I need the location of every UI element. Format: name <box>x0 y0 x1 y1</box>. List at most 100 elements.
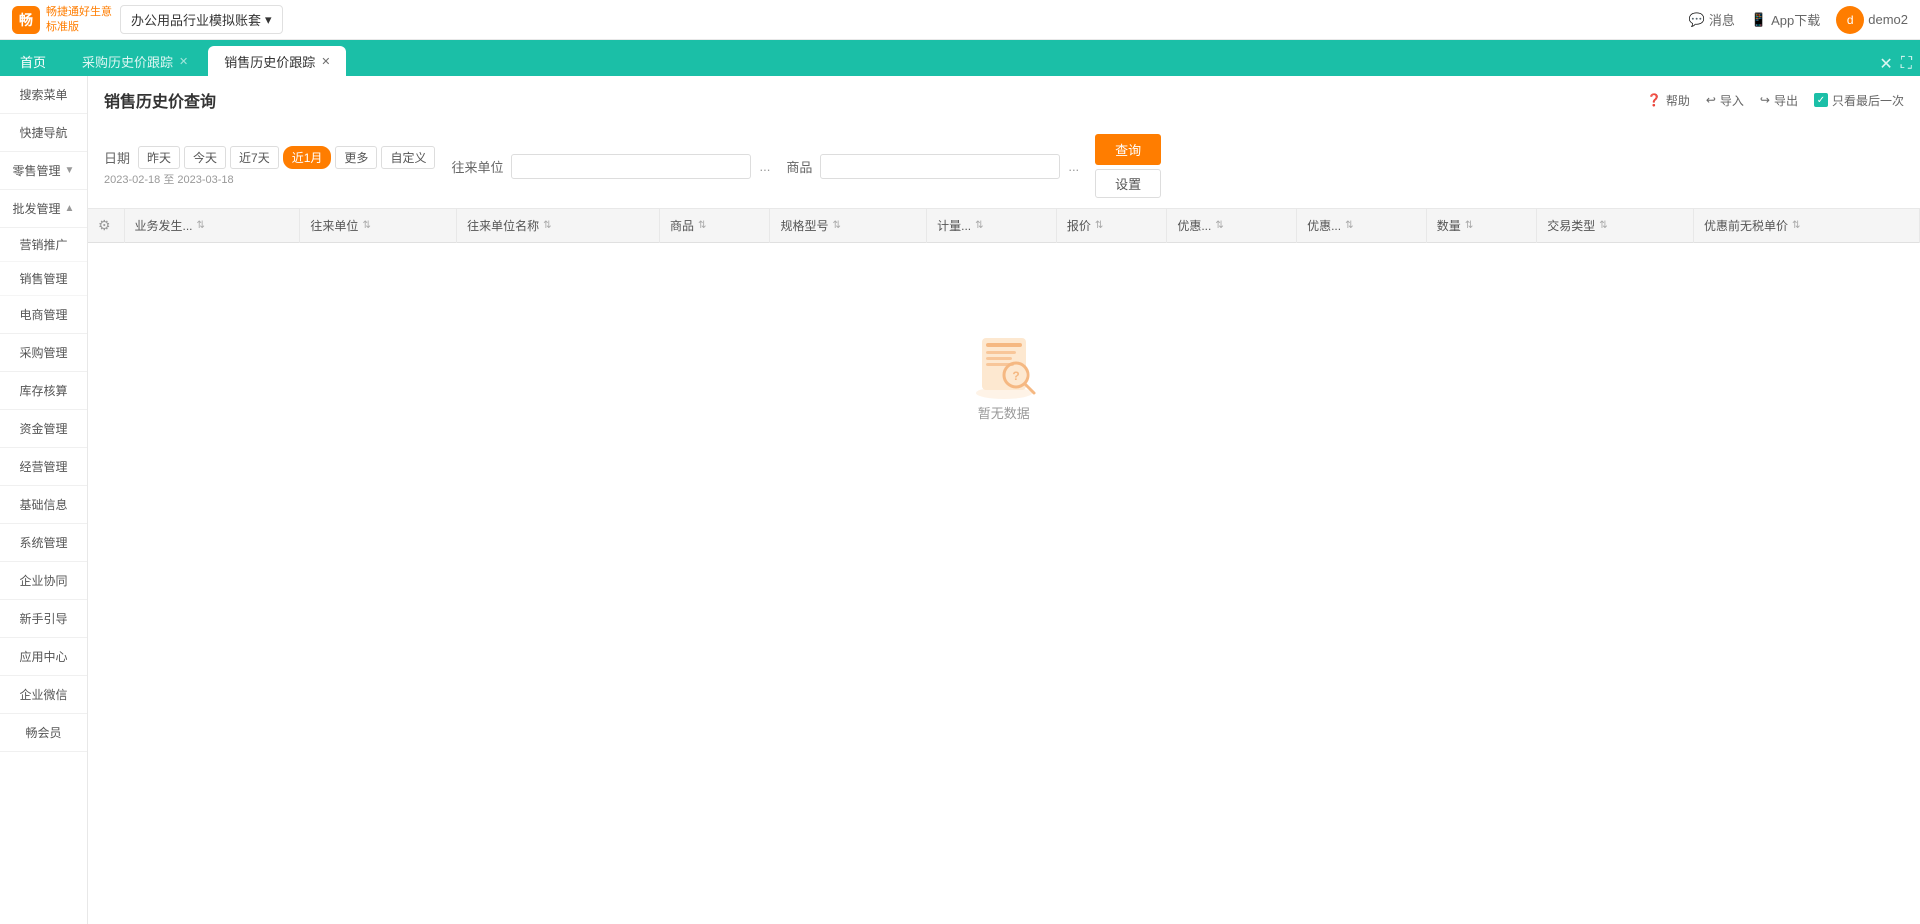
tab-purchase-label: 采购历史价跟踪 <box>82 52 173 71</box>
sidebar-item-inventory[interactable]: 库存核算 <box>0 372 87 410</box>
sidebar-item-system[interactable]: 系统管理 <box>0 524 87 562</box>
data-table: ⚙ 业务发生... ⇅ 往来单位 ⇅ <box>88 209 1920 502</box>
only-last-checkbox[interactable]: ✓ <box>1814 93 1828 107</box>
date-label: 日期 <box>104 148 130 167</box>
product-filter-group: 商品 ... <box>786 154 1079 179</box>
export-action[interactable]: ↪ 导出 <box>1760 92 1798 109</box>
sidebar-item-finance[interactable]: 资金管理 <box>0 410 87 448</box>
sort-icon: ⇅ <box>362 220 370 231</box>
maximize-icon[interactable]: ⛶ <box>1901 55 1912 73</box>
content-area: 销售历史价查询 ❓ 帮助 ↩ 导入 ↪ 导出 ✓ <box>88 76 1920 924</box>
tab-purchase-history[interactable]: 采购历史价跟踪 ✕ <box>66 46 204 76</box>
close-icon[interactable]: ✕ <box>321 55 330 68</box>
partner-dots[interactable]: ... <box>759 159 770 174</box>
th-biz-date[interactable]: 业务发生... ⇅ <box>124 209 300 243</box>
th-spec[interactable]: 规格型号 ⇅ <box>770 209 927 243</box>
sidebar-item-retail-mgmt[interactable]: 零售管理 ▼ <box>0 152 87 190</box>
th-trade-type[interactable]: 交易类型 ⇅ <box>1537 209 1694 243</box>
settings-button[interactable]: 设置 <box>1095 169 1161 198</box>
date-btn-7days[interactable]: 近7天 <box>230 146 279 169</box>
sidebar-item-quick-nav[interactable]: 快捷导航 <box>0 114 87 152</box>
date-btn-custom[interactable]: 自定义 <box>381 146 435 169</box>
wholesale-mgmt-label: 批发管理 <box>13 200 61 217</box>
page-header: 销售历史价查询 ❓ 帮助 ↩ 导入 ↪ 导出 ✓ <box>88 76 1920 209</box>
sort-icon: ⇅ <box>1792 220 1800 231</box>
filter-row: 日期 昨天 今天 近7天 近1月 更多 自定义 2023-02-18 至 202… <box>104 124 1904 208</box>
close-window-icon[interactable]: ✕ <box>1879 54 1892 74</box>
sidebar-item-search-menu[interactable]: 搜索菜单 <box>0 76 87 114</box>
message-icon: 💬 <box>1689 12 1705 28</box>
th-unit[interactable]: 计量... ⇅ <box>927 209 1057 243</box>
th-partner-code[interactable]: 往来单位 ⇅ <box>300 209 457 243</box>
top-bar-right: 💬 消息 📱 App下载 d demo2 <box>1689 6 1908 34</box>
sidebar-item-ecommerce[interactable]: 电商管理 <box>0 296 87 334</box>
chevron-up-icon: ▲ <box>65 203 75 214</box>
avatar: d <box>1836 6 1864 34</box>
date-btn-more[interactable]: 更多 <box>335 146 377 169</box>
tab-bar: 首页 采购历史价跟踪 ✕ 销售历史价跟踪 ✕ ✕ ⛶ <box>0 40 1920 76</box>
page-actions: ❓ 帮助 ↩ 导入 ↪ 导出 ✓ 只看最后一次 <box>1647 92 1904 109</box>
sidebar-item-enterprise[interactable]: 企业协同 <box>0 562 87 600</box>
only-last-checkbox-area[interactable]: ✓ 只看最后一次 <box>1814 92 1904 109</box>
date-buttons: 昨天 今天 近7天 近1月 更多 自定义 <box>138 146 435 169</box>
tab-home-label: 首页 <box>20 52 46 71</box>
partner-filter-group: 往来单位 ... <box>451 154 770 179</box>
th-quantity[interactable]: 数量 ⇅ <box>1426 209 1536 243</box>
sort-icon: ⇅ <box>1215 220 1223 231</box>
logo-icon: 畅 <box>12 6 40 34</box>
export-icon: ↪ <box>1760 93 1770 107</box>
chevron-down-icon: ▾ <box>265 12 272 28</box>
gear-icon[interactable]: ⚙ <box>98 217 111 233</box>
query-button[interactable]: 查询 <box>1095 134 1161 165</box>
date-btn-today[interactable]: 今天 <box>184 146 226 169</box>
partner-input[interactable] <box>511 154 751 179</box>
sort-icon: ⇅ <box>1345 220 1353 231</box>
sidebar-item-basic-info[interactable]: 基础信息 <box>0 486 87 524</box>
th-quote[interactable]: 报价 ⇅ <box>1056 209 1166 243</box>
table-header-row: ⚙ 业务发生... ⇅ 往来单位 ⇅ <box>88 209 1920 243</box>
sidebar-item-purchase-mgmt[interactable]: 采购管理 <box>0 334 87 372</box>
app-download-item[interactable]: 📱 App下载 <box>1751 10 1820 29</box>
tab-sales-history[interactable]: 销售历史价跟踪 ✕ <box>208 46 346 76</box>
product-input[interactable] <box>820 154 1060 179</box>
sort-icon: ⇅ <box>832 220 840 231</box>
sidebar-item-sales-mgmt[interactable]: 销售管理 <box>0 262 87 296</box>
sidebar-item-operations[interactable]: 经营管理 <box>0 448 87 486</box>
page-title-row: 销售历史价查询 ❓ 帮助 ↩ 导入 ↪ 导出 ✓ <box>104 88 1904 112</box>
date-btn-yesterday[interactable]: 昨天 <box>138 146 180 169</box>
sidebar-item-new-guide[interactable]: 新手引导 <box>0 600 87 638</box>
empty-text: 暂无数据 <box>978 403 1030 422</box>
main-layout: 搜索菜单 快捷导航 零售管理 ▼ 批发管理 ▲ 营销推广 销售管理 电商管理 采… <box>0 76 1920 924</box>
th-pre-tax-price[interactable]: 优惠前无税单价 ⇅ <box>1693 209 1919 243</box>
tab-sales-label: 销售历史价跟踪 <box>224 52 315 71</box>
sidebar-item-wechat[interactable]: 企业微信 <box>0 676 87 714</box>
app-selector[interactable]: 办公用品行业模拟账套 ▾ <box>120 5 283 34</box>
th-gear[interactable]: ⚙ <box>88 209 124 243</box>
close-icon[interactable]: ✕ <box>179 55 188 68</box>
sort-icon: ⇅ <box>197 220 205 231</box>
top-bar-left: 畅 畅捷通好生意 标准版 办公用品行业模拟账套 ▾ <box>12 5 283 34</box>
import-action[interactable]: ↩ 导入 <box>1706 92 1744 109</box>
import-icon: ↩ <box>1706 93 1716 107</box>
chevron-down-icon: ▼ <box>65 165 75 176</box>
sidebar-item-marketing[interactable]: 营销推广 <box>0 228 87 262</box>
quick-nav-label: 快捷导航 <box>19 124 67 141</box>
sort-icon: ⇅ <box>1095 220 1103 231</box>
date-btn-1month[interactable]: 近1月 <box>283 146 332 169</box>
help-action[interactable]: ❓ 帮助 <box>1647 92 1690 109</box>
th-product[interactable]: 商品 ⇅ <box>659 209 769 243</box>
sidebar-item-app-center[interactable]: 应用中心 <box>0 638 87 676</box>
empty-state: ? 暂无数据 <box>88 243 1920 502</box>
sidebar-item-member[interactable]: 畅会员 <box>0 714 87 752</box>
th-discount2[interactable]: 优惠... ⇅ <box>1297 209 1427 243</box>
retail-mgmt-label: 零售管理 <box>13 162 61 179</box>
tab-home[interactable]: 首页 <box>4 46 62 76</box>
sort-icon: ⇅ <box>975 220 983 231</box>
sidebar: 搜索菜单 快捷导航 零售管理 ▼ 批发管理 ▲ 营销推广 销售管理 电商管理 采… <box>0 76 88 924</box>
user-item[interactable]: d demo2 <box>1836 6 1908 34</box>
sidebar-item-wholesale-mgmt[interactable]: 批发管理 ▲ <box>0 190 87 228</box>
product-dots[interactable]: ... <box>1068 159 1079 174</box>
th-discount1[interactable]: 优惠... ⇅ <box>1167 209 1297 243</box>
message-item[interactable]: 💬 消息 <box>1689 10 1735 29</box>
th-partner-name[interactable]: 往来单位名称 ⇅ <box>457 209 660 243</box>
